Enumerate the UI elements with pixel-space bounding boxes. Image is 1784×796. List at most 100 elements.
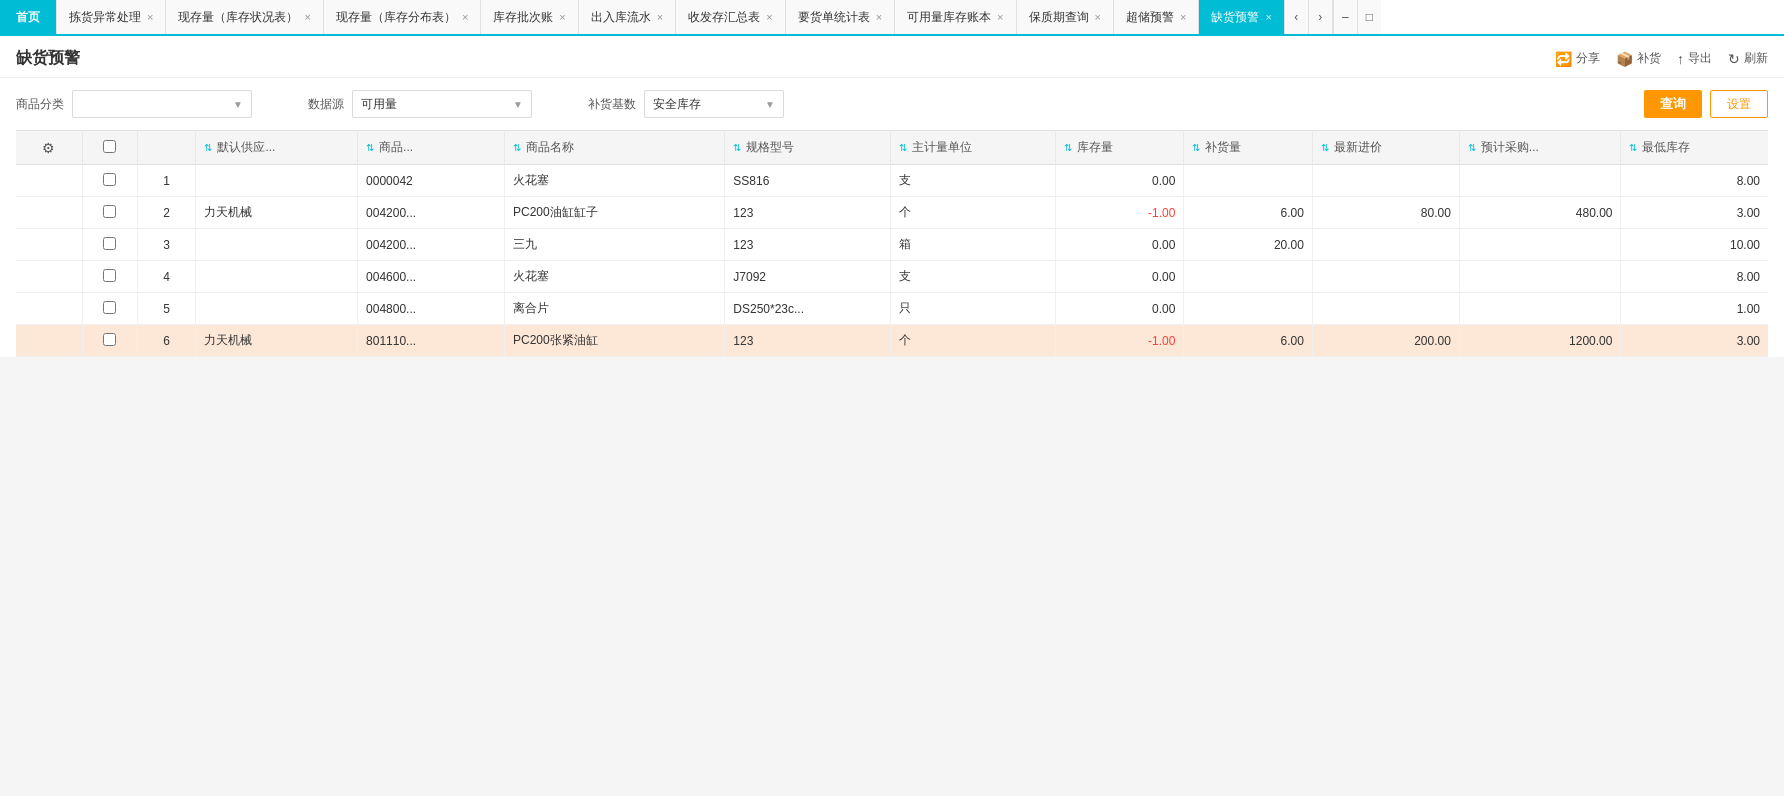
row-checkbox[interactable] xyxy=(103,269,116,282)
tab-inout-flow[interactable]: 出入库流水 × xyxy=(579,0,676,34)
row-minstock: 10.00 xyxy=(1621,229,1768,261)
row-checkbox[interactable] xyxy=(103,333,116,346)
row-checkbox[interactable] xyxy=(103,301,116,314)
row-checkbox-cell[interactable] xyxy=(82,197,137,229)
column-price-label: 最新进价 xyxy=(1334,139,1382,156)
category-arrow-icon: ▼ xyxy=(233,99,243,110)
tab-inventory-dist-label: 现存量（库存分布表） xyxy=(336,9,456,26)
tab-exception-label: 拣货异常处理 xyxy=(69,9,141,26)
column-unit[interactable]: ⇅ 主计量单位 xyxy=(890,131,1055,165)
column-code[interactable]: ⇅ 商品... xyxy=(358,131,505,165)
row-stock: 0.00 xyxy=(1055,261,1184,293)
column-repl[interactable]: ⇅ 补货量 xyxy=(1184,131,1313,165)
column-name[interactable]: ⇅ 商品名称 xyxy=(504,131,724,165)
tab-inventory-dist-close[interactable]: × xyxy=(462,12,468,23)
row-checkbox-cell[interactable] xyxy=(82,293,137,325)
tab-home[interactable]: 首页 xyxy=(0,0,57,34)
gear-icon[interactable]: ⚙ xyxy=(42,140,55,156)
tab-available-ledger[interactable]: 可用量库存账本 × xyxy=(895,0,1016,34)
column-planpurchase-label: 预计采购... xyxy=(1481,139,1539,156)
tab-maximize-button[interactable]: □ xyxy=(1357,0,1381,35)
tab-expiry-query-close[interactable]: × xyxy=(1095,12,1101,23)
column-price[interactable]: ⇅ 最新进价 xyxy=(1312,131,1459,165)
column-spec[interactable]: ⇅ 规格型号 xyxy=(725,131,890,165)
column-supplier[interactable]: ⇅ 默认供应... xyxy=(196,131,358,165)
column-stock[interactable]: ⇅ 库存量 xyxy=(1055,131,1184,165)
column-planpurchase[interactable]: ⇅ 预计采购... xyxy=(1459,131,1621,165)
datasource-select[interactable]: 可用量 ▼ xyxy=(352,90,532,118)
tab-exception-close[interactable]: × xyxy=(147,12,153,23)
tab-overstock-label: 超储预警 xyxy=(1126,9,1174,26)
tab-batch-account[interactable]: 库存批次账 × xyxy=(481,0,578,34)
tab-inventory-status-close[interactable]: × xyxy=(304,12,310,23)
settings-button[interactable]: 设置 xyxy=(1710,90,1768,118)
tab-batch-account-close[interactable]: × xyxy=(559,12,565,23)
tab-overstock[interactable]: 超储预警 × xyxy=(1114,0,1199,34)
tab-next-button[interactable]: › xyxy=(1309,0,1333,35)
row-supplier xyxy=(196,293,358,325)
row-unit: 箱 xyxy=(890,229,1055,261)
query-button[interactable]: 查询 xyxy=(1644,90,1702,118)
table-header-row: ⚙ ⇅ 默认供应... ⇅ 商 xyxy=(16,131,1768,165)
column-name-label: 商品名称 xyxy=(526,139,574,156)
row-stock: 0.00 xyxy=(1055,229,1184,261)
page-header: 缺货预警 🔁 分享 📦 补货 ↑ 导出 ↻ 刷新 xyxy=(0,36,1784,78)
column-minstock[interactable]: ⇅ 最低库存 xyxy=(1621,131,1768,165)
sort-icon-price: ⇅ xyxy=(1321,142,1329,153)
row-code: 0000042 xyxy=(358,165,505,197)
table-container: ⚙ ⇅ 默认供应... ⇅ 商 xyxy=(0,130,1784,357)
row-checkbox-cell[interactable] xyxy=(82,325,137,357)
sort-icon-spec: ⇅ xyxy=(733,142,741,153)
tab-inout-flow-close[interactable]: × xyxy=(657,12,663,23)
row-checkbox-cell[interactable] xyxy=(82,261,137,293)
row-repl: 6.00 xyxy=(1184,325,1313,357)
column-checkbox-header[interactable] xyxy=(82,131,137,165)
row-checkbox-cell[interactable] xyxy=(82,229,137,261)
refresh-button[interactable]: ↻ 刷新 xyxy=(1728,50,1768,67)
tab-inventory-dist[interactable]: 现存量（库存分布表） × xyxy=(324,0,481,34)
tab-prev-button[interactable]: ‹ xyxy=(1285,0,1309,35)
row-checkbox[interactable] xyxy=(103,237,116,250)
tab-shortage[interactable]: 缺货预警 × xyxy=(1199,0,1284,34)
export-button[interactable]: ↑ 导出 xyxy=(1677,50,1712,67)
row-minstock: 8.00 xyxy=(1621,165,1768,197)
tab-overstock-close[interactable]: × xyxy=(1180,12,1186,23)
tab-shortage-close[interactable]: × xyxy=(1265,12,1271,23)
row-minstock: 3.00 xyxy=(1621,197,1768,229)
tab-minimize-button[interactable]: – xyxy=(1333,0,1357,35)
row-checkbox-cell[interactable] xyxy=(82,165,137,197)
row-supplier xyxy=(196,261,358,293)
restockbasis-select[interactable]: 安全库存 ▼ xyxy=(644,90,784,118)
row-gear-cell xyxy=(16,261,82,293)
column-gear[interactable]: ⚙ xyxy=(16,131,82,165)
row-unit: 个 xyxy=(890,197,1055,229)
row-repl xyxy=(1184,261,1313,293)
sort-icon-code: ⇅ xyxy=(366,142,374,153)
refresh-label: 刷新 xyxy=(1744,50,1768,67)
row-checkbox[interactable] xyxy=(103,173,116,186)
share-button[interactable]: 🔁 分享 xyxy=(1555,50,1600,67)
category-filter-group: 商品分类 ▼ xyxy=(16,90,252,118)
tab-receive-summary-close[interactable]: × xyxy=(766,12,772,23)
tab-inventory-status[interactable]: 现存量（库存状况表） × xyxy=(166,0,323,34)
tab-home-label: 首页 xyxy=(16,9,40,26)
restockbasis-label: 补货基数 xyxy=(588,96,636,113)
row-unit: 只 xyxy=(890,293,1055,325)
column-num xyxy=(137,131,196,165)
row-num: 6 xyxy=(137,325,196,357)
tab-demand-stat-close[interactable]: × xyxy=(876,12,882,23)
select-all-checkbox[interactable] xyxy=(103,140,116,153)
table-body: 1 0000042 火花塞 SS816 支 0.00 8.00 2 力天机械 0… xyxy=(16,165,1768,357)
tab-receive-summary[interactable]: 收发存汇总表 × xyxy=(676,0,785,34)
tab-demand-stat[interactable]: 要货单统计表 × xyxy=(786,0,895,34)
restock-button[interactable]: 📦 补货 xyxy=(1616,50,1661,67)
category-select[interactable]: ▼ xyxy=(72,90,252,118)
sort-icon-supplier: ⇅ xyxy=(204,142,212,153)
tab-expiry-query[interactable]: 保质期查询 × xyxy=(1017,0,1114,34)
tab-exception[interactable]: 拣货异常处理 × xyxy=(57,0,166,34)
row-price xyxy=(1312,293,1459,325)
tab-available-ledger-close[interactable]: × xyxy=(997,12,1003,23)
refresh-icon: ↻ xyxy=(1728,51,1740,67)
row-name: 三九 xyxy=(504,229,724,261)
row-checkbox[interactable] xyxy=(103,205,116,218)
